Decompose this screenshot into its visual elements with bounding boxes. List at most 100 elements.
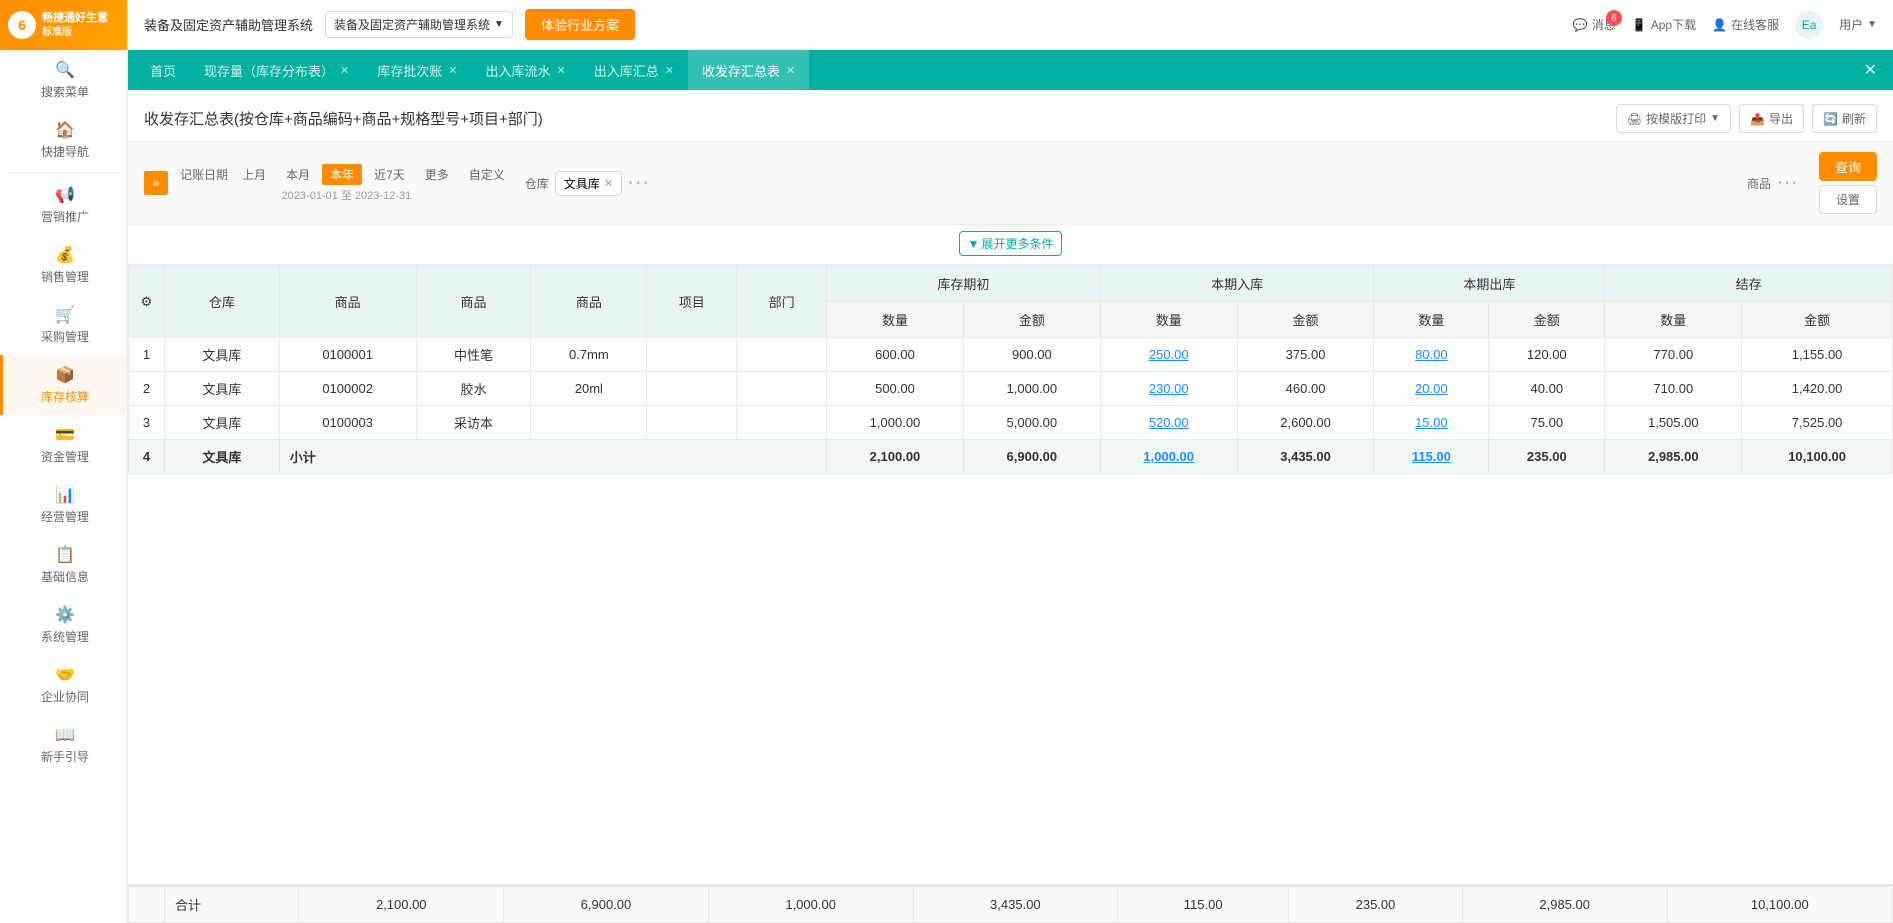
footer-empty-1 [129, 887, 165, 923]
cell-bal-qty: 770.00 [1605, 338, 1742, 372]
user-name-item[interactable]: 用户 ▼ [1839, 16, 1877, 33]
warehouse-ellipsis[interactable]: ··· [628, 174, 650, 192]
footer-bal-qty: 2,985.00 [1462, 887, 1667, 923]
chevron-down-icon: ▼ [494, 19, 504, 30]
warehouse-tag-close[interactable]: ✕ [604, 177, 613, 190]
filter-settings-button[interactable]: 设置 [1819, 185, 1877, 214]
table-row: 3 文具库 0100003 采访本 1,000.00 5,000.00 520.… [129, 406, 1893, 440]
cell-init-qty: 500.00 [827, 372, 964, 406]
sidebar-logo: 6 畅捷通好生意 标准版 [0, 0, 127, 50]
table-footer: 合计 2,100.00 6,900.00 1,000.00 3,435.00 1… [128, 884, 1893, 923]
sidebar-item-finance[interactable]: 💳 资金管理 [0, 415, 127, 475]
page-content: 收发存汇总表(按仓库+商品编码+商品+规格型号+项目+部门) 🖨 按模版打印 ▼… [128, 90, 1893, 923]
tab-batch-account-close[interactable]: ✕ [448, 64, 457, 77]
app-download-item[interactable]: 📱 App下载 [1632, 16, 1696, 33]
date-option-7-days[interactable]: 近7天 [366, 164, 413, 185]
cell-out-qty[interactable]: 15.00 [1374, 406, 1489, 440]
refresh-label: 刷新 [1842, 110, 1866, 127]
th-init-qty: 数量 [827, 302, 964, 338]
filter-collapse-button[interactable]: » [144, 171, 168, 195]
cell-out-amt: 40.00 [1489, 372, 1605, 406]
refresh-icon: 🔄 [1823, 112, 1838, 126]
date-option-this-year[interactable]: 本年 [322, 164, 362, 185]
date-option-more[interactable]: 更多 [417, 164, 457, 185]
table-settings-icon[interactable]: ⚙ [141, 294, 153, 309]
tab-recv-send-summary-label: 收发存汇总表 [702, 61, 780, 80]
top-header-right: 💬 消息 6 📱 App下载 👤 在线客服 Ea 用户 ▼ [1573, 11, 1877, 39]
cell-spec [531, 406, 647, 440]
expand-chevron-icon: ▼ [968, 237, 980, 251]
sidebar-item-operation[interactable]: 📊 经营管理 [0, 475, 127, 535]
refresh-button[interactable]: 🔄 刷新 [1812, 104, 1877, 133]
cell-bal-amt: 7,525.00 [1742, 406, 1893, 440]
cell-bal-amt: 1,420.00 [1742, 372, 1893, 406]
th-settings[interactable]: ⚙ [129, 266, 165, 338]
trial-button[interactable]: 体验行业方案 [525, 9, 635, 40]
system-select[interactable]: 装备及固定资产辅助管理系统 ▼ [325, 11, 513, 38]
export-button[interactable]: 📤 导出 [1739, 104, 1804, 133]
export-icon: 📤 [1750, 112, 1765, 126]
sidebar-item-guide[interactable]: 📖 新手引导 [0, 715, 127, 775]
cell-out-qty[interactable]: 80.00 [1374, 338, 1489, 372]
sidebar-divider-1 [8, 172, 119, 173]
cell-name: 胶水 [416, 372, 531, 406]
tab-inout-flow-close[interactable]: ✕ [557, 64, 566, 77]
tab-bar-close-all[interactable]: ✕ [1856, 60, 1885, 80]
th-dept: 部门 [737, 266, 827, 338]
date-option-this-month[interactable]: 本月 [278, 164, 318, 185]
export-label: 导出 [1769, 110, 1793, 127]
sidebar-item-inventory[interactable]: 📦 库存核算 [0, 355, 127, 415]
enterprise-icon: 🤝 [55, 665, 75, 685]
sidebar-item-base[interactable]: 📋 基础信息 [0, 535, 127, 595]
sidebar-item-system[interactable]: ⚙️ 系统管理 [0, 595, 127, 655]
tab-home[interactable]: 首页 [136, 50, 190, 90]
cell-in-qty[interactable]: 520.00 [1100, 406, 1237, 440]
tab-inout-summary-close[interactable]: ✕ [665, 64, 674, 77]
query-button[interactable]: 查询 [1819, 152, 1877, 181]
sidebar-item-quick-label: 快捷导航 [41, 143, 89, 160]
tab-batch-account[interactable]: 库存批次账 ✕ [363, 50, 471, 90]
data-table-container: ⚙ 仓库 商品 商品 商品 项目 部门 库存期初 本期入库 本期出库 结存 [128, 265, 1893, 884]
sidebar-item-finance-label: 资金管理 [41, 448, 89, 465]
sidebar-item-purchase[interactable]: 🛒 采购管理 [0, 295, 127, 355]
tab-recv-send-summary-close[interactable]: ✕ [786, 64, 795, 77]
tab-inventory-dist-close[interactable]: ✕ [340, 64, 349, 77]
tab-inout-flow[interactable]: 出入库流水 ✕ [471, 50, 579, 90]
sidebar-item-quick[interactable]: 🏠 快捷导航 [0, 110, 127, 170]
sidebar-item-enterprise[interactable]: 🤝 企业协同 [0, 655, 127, 715]
finance-icon: 💳 [55, 425, 75, 445]
user-avatar[interactable]: Ea [1795, 11, 1823, 39]
tab-inventory-dist[interactable]: 现存量（库存分布表） ✕ [190, 50, 363, 90]
cell-out-qty[interactable]: 20.00 [1374, 372, 1489, 406]
messages-item[interactable]: 💬 消息 6 [1573, 16, 1616, 33]
th-in-qty: 数量 [1100, 302, 1237, 338]
cell-warehouse: 文具库 [165, 372, 280, 406]
cell-in-qty[interactable]: 230.00 [1100, 372, 1237, 406]
date-option-custom[interactable]: 自定义 [461, 164, 513, 185]
subtotal-in-amt: 3,435.00 [1237, 440, 1374, 474]
date-options: 上月 本月 本年 近7天 更多 自定义 [234, 164, 513, 185]
sidebar-item-search[interactable]: 🔍 搜索菜单 [0, 50, 127, 110]
sales-icon: 💰 [55, 245, 75, 265]
app-subtitle: 标准版 [42, 26, 108, 39]
tab-batch-account-label: 库存批次账 [377, 61, 442, 80]
date-option-last-month[interactable]: 上月 [234, 164, 274, 185]
sidebar-item-sales[interactable]: 💰 销售管理 [0, 235, 127, 295]
cell-bal-amt: 1,155.00 [1742, 338, 1893, 372]
online-service-item[interactable]: 👤 在线客服 [1712, 16, 1779, 33]
tab-inout-summary[interactable]: 出入库汇总 ✕ [580, 50, 688, 90]
tab-recv-send-summary[interactable]: 收发存汇总表 ✕ [688, 50, 809, 90]
print-button[interactable]: 🖨 按模版打印 ▼ [1616, 104, 1731, 133]
sidebar-item-marketing[interactable]: 📢 营销推广 [0, 175, 127, 235]
th-init-amt: 金额 [963, 302, 1100, 338]
goods-ellipsis[interactable]: ··· [1777, 174, 1799, 192]
cell-dept [737, 372, 827, 406]
cell-project [647, 372, 737, 406]
warehouse-tag[interactable]: 文具库 ✕ [555, 171, 622, 196]
subtotal-row: 4 文具库 小计 2,100.00 6,900.00 1,000.00 3,43… [129, 440, 1893, 474]
cell-in-qty[interactable]: 250.00 [1100, 338, 1237, 372]
cell-no: 2 [129, 372, 165, 406]
sidebar-item-inventory-label: 库存核算 [41, 388, 89, 405]
expand-filter-button[interactable]: ▼ 展开更多条件 [959, 231, 1063, 256]
th-spec: 商品 [531, 266, 647, 338]
